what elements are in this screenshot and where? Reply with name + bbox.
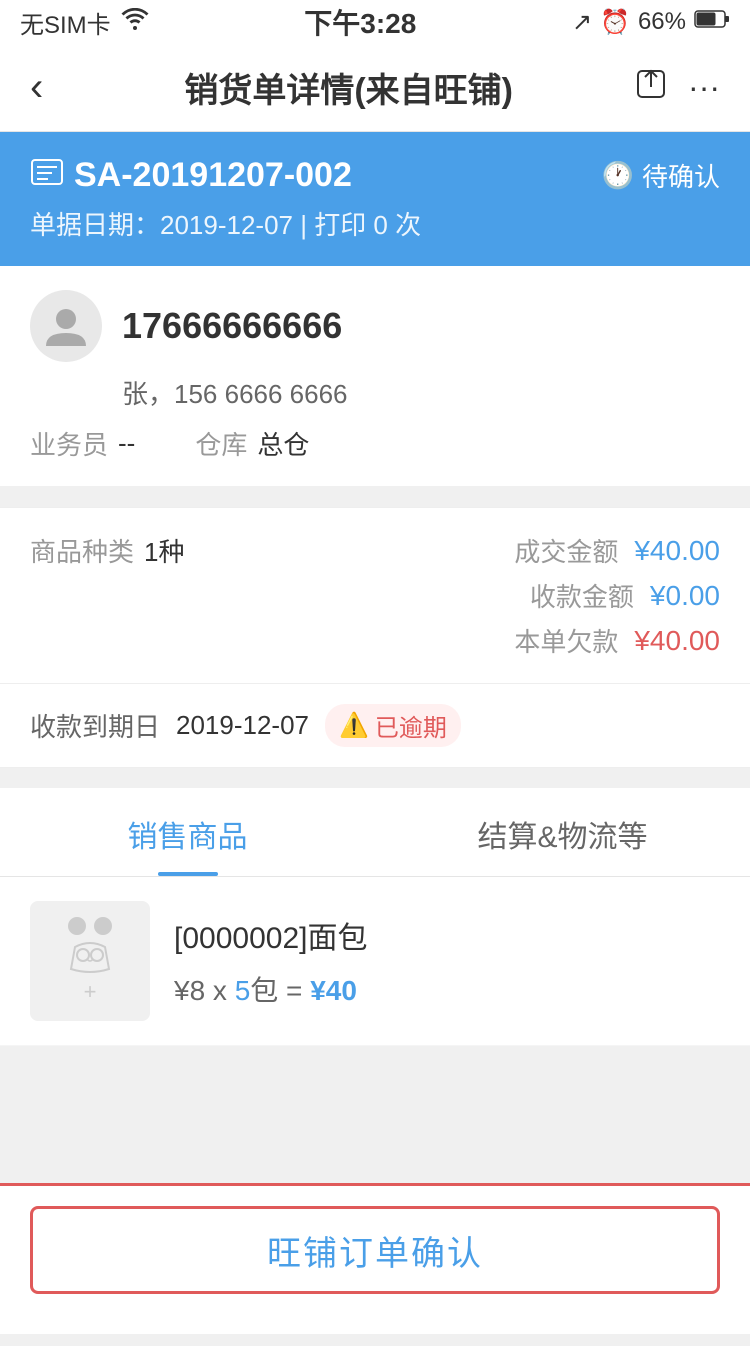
location-icon: ↗	[572, 8, 592, 37]
owed-amount-row: 本单欠款 ¥40.00	[514, 622, 720, 659]
overdue-icon: ⚠️	[339, 711, 369, 740]
salesperson-item: 业务员 --	[30, 425, 135, 462]
pay-amount-value: ¥0.00	[650, 580, 720, 612]
status-right: ↗ ⏰ 66%	[572, 8, 730, 37]
summary-row: 商品种类 1种 成交金额 ¥40.00 收款金额 ¥0.00 本单欠款 ¥40.…	[30, 532, 720, 659]
confirm-button[interactable]: 旺铺订单确认	[30, 1206, 720, 1294]
nav-bar: ‹ 销货单详情(来自旺铺) ···	[0, 44, 750, 132]
customer-top: 17666666666	[30, 290, 720, 362]
deal-amount-row: 成交金额 ¥40.00	[514, 532, 720, 569]
order-status: 🕐 待确认	[602, 157, 720, 194]
owl-eye-left	[68, 917, 86, 935]
owl-plus: +	[84, 979, 97, 1005]
owed-amount-value: ¥40.00	[634, 625, 720, 657]
wifi-icon	[121, 8, 149, 37]
back-button[interactable]: ‹	[30, 65, 43, 110]
owl-body-svg	[65, 939, 115, 975]
page-title: 销货单详情(来自旺铺)	[63, 63, 634, 112]
owl-logo: +	[65, 917, 115, 1005]
order-icon	[30, 156, 64, 195]
due-date-label: 收款到期日	[30, 707, 160, 744]
overdue-badge: ⚠️ 已逾期	[325, 704, 461, 747]
order-banner-top: SA-20191207-002 🕐 待确认	[30, 156, 720, 195]
order-id-text: SA-20191207-002	[74, 156, 352, 195]
tab-sales-products[interactable]: 销售商品	[0, 788, 375, 876]
status-time: 下午3:28	[304, 2, 416, 42]
warehouse-value: 总仓	[257, 425, 309, 462]
product-info: [0000002]面包 ¥8 x 5包 = ¥40	[174, 913, 720, 1009]
pay-amount-label: 收款金额	[530, 577, 634, 614]
product-thumbnail: +	[30, 901, 150, 1021]
nav-actions: ···	[634, 67, 720, 109]
product-type-group: 商品种类 1种	[30, 532, 184, 569]
confirm-btn-wrap: 旺铺订单确认	[0, 1183, 750, 1334]
customer-meta: 业务员 -- 仓库 总仓	[30, 425, 720, 462]
order-id: SA-20191207-002	[30, 156, 352, 195]
warehouse-label: 仓库	[195, 425, 247, 462]
product-price: ¥8 x 5包 = ¥40	[174, 969, 720, 1009]
more-icon[interactable]: ···	[688, 69, 720, 106]
price-total: ¥40	[310, 975, 357, 1006]
order-date: 单据日期：2019-12-07 | 打印 0 次	[30, 205, 720, 242]
table-row: + [0000002]面包 ¥8 x 5包 = ¥40	[0, 877, 750, 1046]
deal-amount-value: ¥40.00	[634, 535, 720, 567]
tab-settlement[interactable]: 结算&物流等	[375, 788, 750, 876]
product-type-value: 1种	[144, 532, 184, 569]
pay-amount-row: 收款金额 ¥0.00	[530, 577, 720, 614]
product-type-label: 商品种类	[30, 532, 134, 569]
order-banner: SA-20191207-002 🕐 待确认 单据日期：2019-12-07 | …	[0, 132, 750, 266]
tab-sales-label: 销售商品	[128, 821, 248, 854]
due-section: 收款到期日 2019-12-07 ⚠️ 已逾期	[0, 684, 750, 768]
summary-section: 商品种类 1种 成交金额 ¥40.00 收款金额 ¥0.00 本单欠款 ¥40.…	[0, 507, 750, 684]
salesperson-label: 业务员	[30, 425, 108, 462]
share-icon[interactable]	[634, 67, 668, 109]
price-qty: 5	[235, 975, 251, 1006]
avatar	[30, 290, 102, 362]
alarm-icon: ⏰	[600, 8, 630, 37]
customer-phone: 17666666666	[122, 305, 342, 347]
battery-text: 66%	[638, 8, 686, 36]
tabs: 销售商品 结算&物流等	[0, 788, 750, 877]
carrier-text: 无SIM卡	[20, 5, 111, 40]
overdue-text: 已逾期	[375, 708, 447, 743]
owl-eyes	[68, 917, 112, 935]
battery-icon	[694, 8, 730, 36]
warehouse-item: 仓库 总仓	[195, 425, 309, 462]
tab-settlement-label: 结算&物流等	[477, 821, 647, 854]
product-name: [0000002]面包	[174, 913, 720, 957]
salesperson-value: --	[118, 428, 135, 459]
status-left: 无SIM卡	[20, 5, 149, 40]
product-list: + [0000002]面包 ¥8 x 5包 = ¥40	[0, 877, 750, 1046]
owed-amount-label: 本单欠款	[514, 622, 618, 659]
customer-info: 张，156 6666 6666	[30, 374, 720, 411]
due-date-value: 2019-12-07	[176, 710, 309, 741]
status-bar: 无SIM卡 下午3:28 ↗ ⏰ 66%	[0, 0, 750, 44]
status-clock-icon: 🕐	[602, 160, 634, 191]
owl-eye-right	[94, 917, 112, 935]
amounts-group: 成交金额 ¥40.00 收款金额 ¥0.00 本单欠款 ¥40.00	[514, 532, 720, 659]
deal-amount-label: 成交金额	[514, 532, 618, 569]
status-text: 待确认	[642, 157, 720, 194]
customer-card: 17666666666 张，156 6666 6666 业务员 -- 仓库 总仓	[0, 266, 750, 487]
